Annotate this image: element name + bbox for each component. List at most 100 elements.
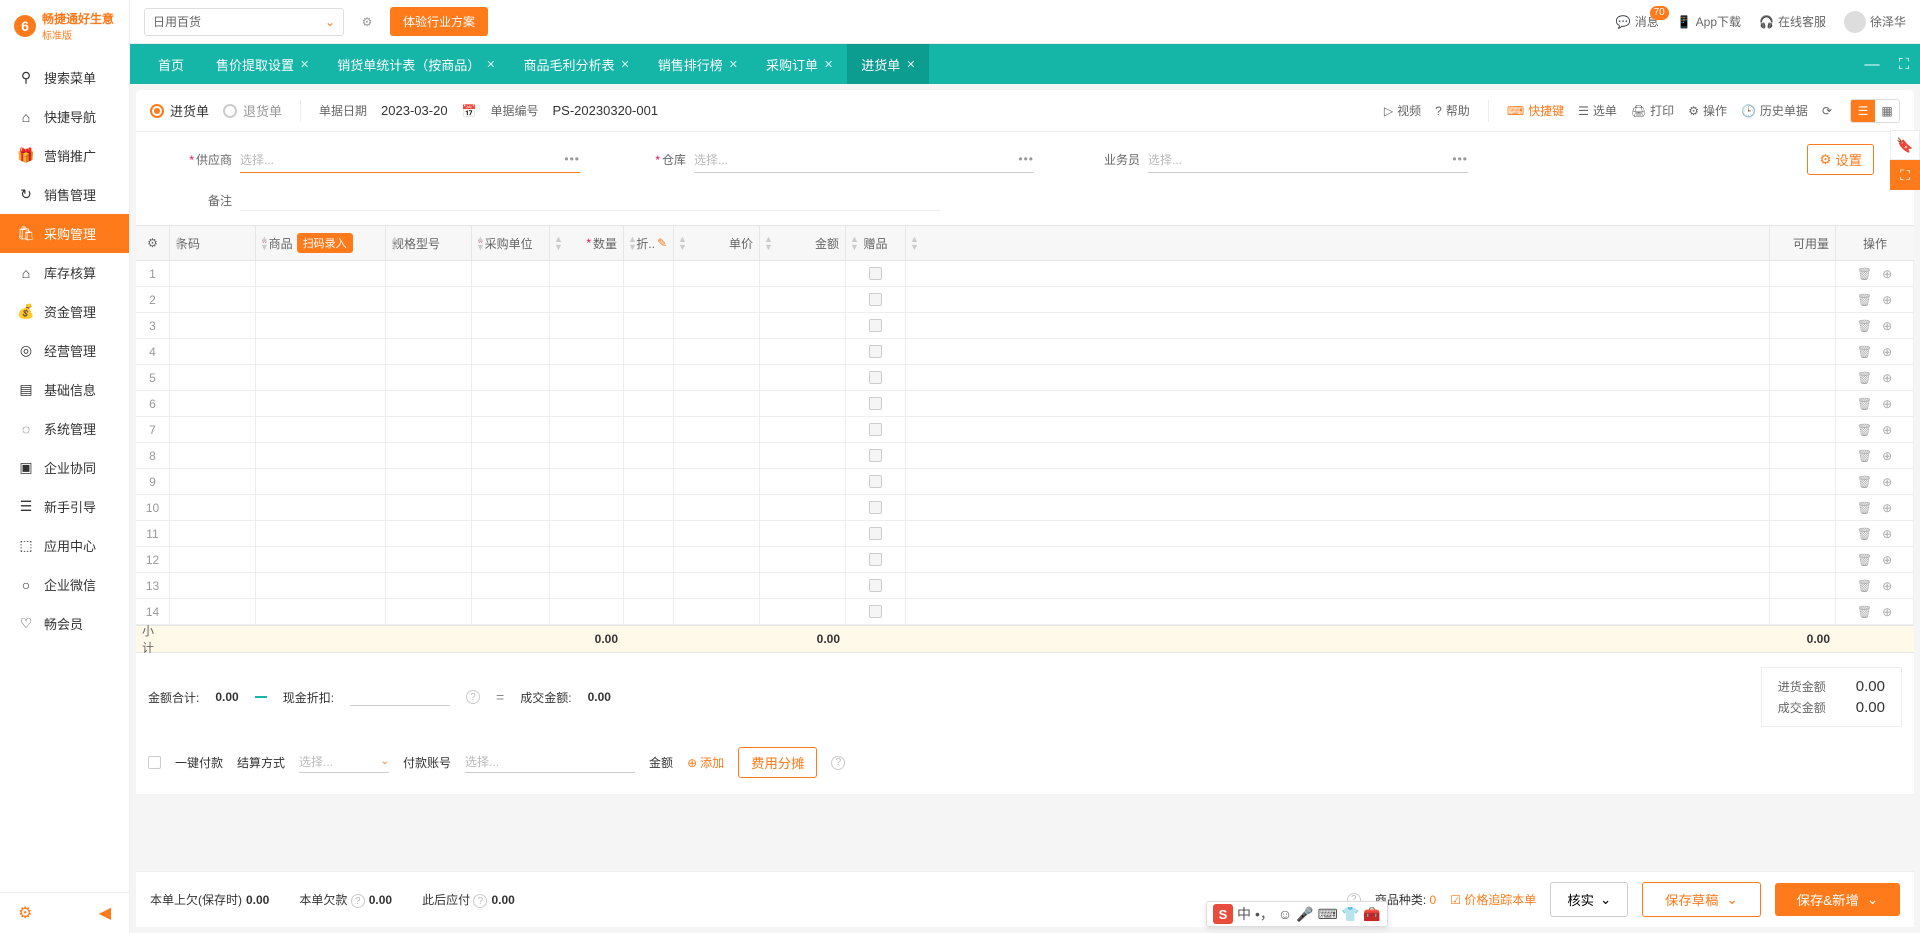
nav-item-10[interactable]: ▣企业协同 xyxy=(0,448,129,487)
staff-select[interactable]: 选择...••• xyxy=(1148,147,1468,173)
help-icon[interactable]: ? xyxy=(466,690,480,704)
nav-item-11[interactable]: ☰新手引导 xyxy=(0,487,129,526)
calendar-icon[interactable]: 📅 xyxy=(462,104,477,118)
table-row[interactable]: 2 🗑⊕ xyxy=(136,287,1914,313)
delete-icon[interactable]: 🗑 xyxy=(1857,527,1872,541)
verify-button[interactable]: 核实⌄ xyxy=(1550,882,1628,917)
scan-badge[interactable]: 扫码录入 xyxy=(297,233,353,253)
view-list-icon[interactable]: ☰ xyxy=(1851,100,1875,122)
table-row[interactable]: 7 🗑⊕ xyxy=(136,417,1914,443)
radio-return[interactable]: 退货单 xyxy=(223,101,282,120)
gift-checkbox[interactable] xyxy=(869,423,882,436)
ime-lang-icon[interactable]: 中 xyxy=(1237,904,1251,924)
close-icon[interactable]: ✕ xyxy=(824,58,833,71)
apportion-button[interactable]: 费用分摊 xyxy=(738,747,817,778)
video-link[interactable]: ▷视频 xyxy=(1384,102,1421,119)
minimize-icon[interactable]: — xyxy=(1856,44,1888,84)
nav-item-4[interactable]: 🛍采购管理 xyxy=(0,214,129,253)
supplier-select[interactable]: 选择...••• xyxy=(240,147,580,173)
print-link[interactable]: 🖨打印 xyxy=(1631,102,1674,119)
select-doc-link[interactable]: ☰选单 xyxy=(1578,102,1617,119)
delete-icon[interactable]: 🗑 xyxy=(1857,579,1872,593)
ime-toolbox-icon[interactable]: 🧰 xyxy=(1363,906,1380,923)
nav-item-9[interactable]: ◌系统管理 xyxy=(0,409,129,448)
add-row-icon[interactable]: ⊕ xyxy=(1882,605,1892,619)
gift-checkbox[interactable] xyxy=(869,579,882,592)
add-row-icon[interactable]: ⊕ xyxy=(1882,319,1892,333)
delete-icon[interactable]: 🗑 xyxy=(1857,397,1872,411)
radio-purchase[interactable]: 进货单 xyxy=(150,101,209,120)
table-row[interactable]: 6 🗑⊕ xyxy=(136,391,1914,417)
add-row-icon[interactable]: ⊕ xyxy=(1882,579,1892,593)
table-row[interactable]: 5 🗑⊕ xyxy=(136,365,1914,391)
gift-checkbox[interactable] xyxy=(869,501,882,514)
nav-item-1[interactable]: ⌂快捷导航 xyxy=(0,97,129,136)
table-row[interactable]: 3 🗑⊕ xyxy=(136,313,1914,339)
delete-icon[interactable]: 🗑 xyxy=(1857,501,1872,515)
gear-icon[interactable]: ⚙ xyxy=(354,9,380,35)
account-select[interactable]: 选择... xyxy=(465,753,635,773)
history-link[interactable]: 🕒历史单据 xyxy=(1741,102,1808,119)
table-row[interactable]: 10 🗑⊕ xyxy=(136,495,1914,521)
nav-item-12[interactable]: ⬚应用中心 xyxy=(0,526,129,565)
delete-icon[interactable]: 🗑 xyxy=(1857,371,1872,385)
close-icon[interactable]: ✕ xyxy=(486,58,495,71)
add-row-icon[interactable]: ⊕ xyxy=(1882,293,1892,307)
edit-icon[interactable]: ✎ xyxy=(657,236,667,250)
fullscreen-icon[interactable]: ⛶ xyxy=(1888,44,1920,84)
tab-2[interactable]: 商品毛利分析表✕ xyxy=(509,44,643,84)
date-value[interactable]: 2023-03-20 xyxy=(381,103,448,118)
ime-punct-icon[interactable]: •， xyxy=(1255,904,1274,924)
add-row-icon[interactable]: ⊕ xyxy=(1882,553,1892,567)
gift-checkbox[interactable] xyxy=(869,293,882,306)
warehouse-select[interactable]: 选择...••• xyxy=(694,147,1034,173)
gift-checkbox[interactable] xyxy=(869,345,882,358)
ime-emoji-icon[interactable]: ☺ xyxy=(1278,906,1292,922)
table-row[interactable]: 11 🗑⊕ xyxy=(136,521,1914,547)
ime-mic-icon[interactable]: 🎤 xyxy=(1296,906,1313,923)
category-select[interactable]: 日用百货 ⌄ xyxy=(144,8,344,36)
add-link[interactable]: ⊕添加 xyxy=(687,754,724,771)
gear-icon[interactable]: ⚙ xyxy=(147,236,158,250)
delete-icon[interactable]: 🗑 xyxy=(1857,553,1872,567)
delete-icon[interactable]: 🗑 xyxy=(1857,345,1872,359)
messages-link[interactable]: 💬 消息 70 xyxy=(1616,13,1659,30)
ime-keyboard-icon[interactable]: ⌨ xyxy=(1318,906,1338,923)
delete-icon[interactable]: 🗑 xyxy=(1857,319,1872,333)
nav-item-13[interactable]: ○企业微信 xyxy=(0,565,129,604)
table-row[interactable]: 12 🗑⊕ xyxy=(136,547,1914,573)
delete-icon[interactable]: 🗑 xyxy=(1857,267,1872,281)
add-row-icon[interactable]: ⊕ xyxy=(1882,267,1892,281)
price-track-checkbox[interactable]: ☑ 价格追踪本单 xyxy=(1450,891,1536,908)
close-icon[interactable]: ✕ xyxy=(300,58,309,71)
add-row-icon[interactable]: ⊕ xyxy=(1882,475,1892,489)
add-row-icon[interactable]: ⊕ xyxy=(1882,397,1892,411)
nav-item-3[interactable]: ↻销售管理 xyxy=(0,175,129,214)
help-icon[interactable]: ? xyxy=(831,756,845,770)
online-service-link[interactable]: 🎧在线客服 xyxy=(1759,13,1826,30)
tab-1[interactable]: 销货单统计表（按商品）✕ xyxy=(323,44,509,84)
delete-icon[interactable]: 🗑 xyxy=(1857,605,1872,619)
delete-icon[interactable]: 🗑 xyxy=(1857,293,1872,307)
discount-input[interactable] xyxy=(350,688,450,706)
table-row[interactable]: 4 🗑⊕ xyxy=(136,339,1914,365)
help-icon[interactable]: ? xyxy=(351,894,365,908)
tab-0[interactable]: 售价提取设置✕ xyxy=(202,44,323,84)
add-row-icon[interactable]: ⊕ xyxy=(1882,345,1892,359)
trial-button[interactable]: 体验行业方案 xyxy=(390,7,488,36)
close-icon[interactable]: ✕ xyxy=(906,58,915,71)
help-link[interactable]: ?帮助 xyxy=(1435,102,1470,119)
gift-checkbox[interactable] xyxy=(869,319,882,332)
close-icon[interactable]: ✕ xyxy=(729,58,738,71)
app-download-link[interactable]: 📱App下载 xyxy=(1677,13,1741,30)
nav-item-8[interactable]: ▤基础信息 xyxy=(0,370,129,409)
expand-icon[interactable]: ⛶ xyxy=(1890,160,1920,190)
delete-icon[interactable]: 🗑 xyxy=(1857,423,1872,437)
settings-button[interactable]: ⚙设置 xyxy=(1807,144,1874,175)
help-icon[interactable]: ? xyxy=(473,894,487,908)
user-menu[interactable]: 徐泽华 xyxy=(1844,11,1906,33)
add-row-icon[interactable]: ⊕ xyxy=(1882,371,1892,385)
gift-checkbox[interactable] xyxy=(869,371,882,384)
view-grid-icon[interactable]: ▦ xyxy=(1875,100,1899,122)
refresh-icon[interactable]: ⟳ xyxy=(1822,104,1832,118)
